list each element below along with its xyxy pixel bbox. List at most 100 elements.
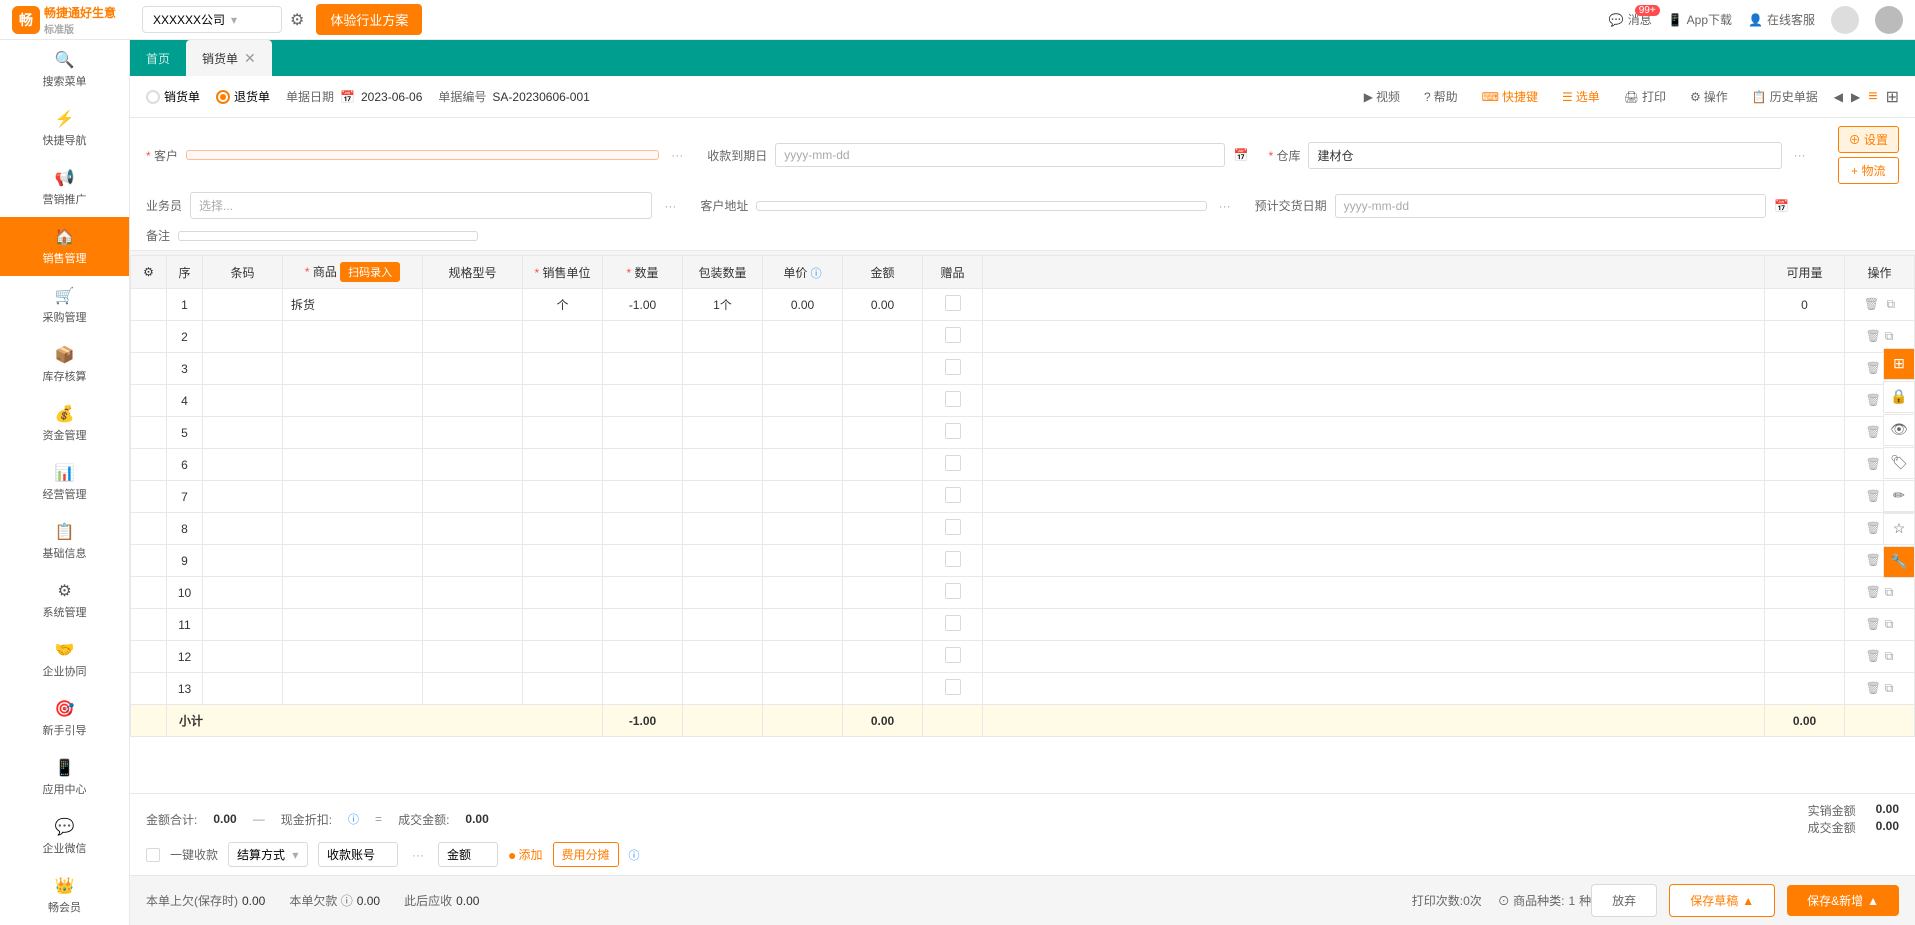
copy-icon[interactable]: ⧉ [1885,649,1894,663]
one-click-pay-checkbox[interactable] [146,848,160,862]
delete-icon[interactable]: 🗑 [1866,681,1881,695]
account-select[interactable]: 收款账号 [318,842,398,867]
copy-icon[interactable]: ⧉ [1885,617,1894,631]
row-remark-1[interactable] [983,289,1765,321]
row-amount-1[interactable]: 0.00 [843,289,923,321]
copy-icon[interactable]: ⧉ [1885,681,1894,695]
tab-close-icon[interactable]: ✕ [244,50,256,67]
radio-sales[interactable]: 销货单 [146,88,200,105]
tab-home[interactable]: 首页 [130,40,186,76]
account-ellipsis-btn[interactable]: ··· [408,848,428,862]
grid-view-icon[interactable]: ⊞ [1886,87,1899,107]
table-wrapper[interactable]: ⚙ 序 条码 * 商品 扫码录入 规格型号 * 销售单位 * 数量 包装数量 单 [130,255,1915,793]
company-selector[interactable]: XXXXXX公司 ▾ [142,6,282,33]
delete-icon[interactable]: 🗑 [1866,425,1881,439]
sidebar-item-inventory[interactable]: 📦 库存核算 [0,335,129,394]
sidebar-item-search[interactable]: 🔍 搜索菜单 [0,40,129,99]
row-qty-1[interactable]: -1.00 [603,289,683,321]
right-tool-expand[interactable]: ⊞ [1883,348,1915,380]
discard-button[interactable]: 放弃 [1591,884,1657,917]
avatar[interactable] [1831,6,1859,34]
help-action-btn[interactable]: ? 帮助 [1416,84,1466,109]
sidebar-item-wechat[interactable]: 💬 企业微信 [0,807,129,866]
calendar-icon-receipt[interactable]: 📅 [1233,148,1248,162]
delete-icon[interactable]: 🗑 [1866,521,1881,535]
calendar-icon-delivery[interactable]: 📅 [1774,199,1789,213]
delete-icon[interactable]: 🗑 [1866,393,1881,407]
list-view-icon[interactable]: ≡ [1868,88,1877,106]
avatar-2[interactable] [1875,6,1903,34]
logistics-button[interactable]: + 物流 [1838,157,1899,184]
salesperson-ellipsis-btn[interactable]: ··· [660,199,680,213]
shortcut-action-btn[interactable]: ⌨ 快捷键 [1474,84,1546,109]
settings-button[interactable]: ⊕ 设置 [1838,126,1899,153]
experience-button[interactable]: 体验行业方案 [316,4,422,35]
sidebar-item-basic-info[interactable]: 📋 基础信息 [0,512,129,571]
right-tool-tag[interactable]: 🏷 [1883,447,1915,479]
settlement-method-select[interactable]: 结算方式 ▾ [228,842,308,867]
amount-input-field[interactable]: 金额 [438,842,498,867]
sidebar-item-app-center[interactable]: 📱 应用中心 [0,748,129,807]
right-tool-edit[interactable]: ✏ [1883,480,1915,512]
sidebar-item-purchase[interactable]: 🛒 采购管理 [0,276,129,335]
customer-input[interactable] [186,150,659,160]
row-unit-1[interactable]: 个 [523,289,603,321]
delete-icon[interactable]: 🗑 [1866,329,1881,343]
remark-input[interactable] [178,231,478,241]
warehouse-ellipsis-btn[interactable]: ··· [1790,148,1810,162]
history-action-btn[interactable]: 📋 历史单据 [1744,84,1826,109]
delete-icon-1[interactable]: 🗑 [1864,297,1879,311]
delete-icon[interactable]: 🗑 [1866,553,1881,567]
delete-icon[interactable]: 🗑 [1866,361,1881,375]
gear-icon[interactable]: ⚙ [290,10,304,30]
th-settings[interactable]: ⚙ [131,256,167,289]
delete-icon[interactable]: 🗑 [1866,489,1881,503]
row-pack-qty-1[interactable]: 1个 [683,289,763,321]
row-price-1[interactable]: 0.00 [763,289,843,321]
sidebar-item-system[interactable]: ⚙ 系统管理 [0,571,129,630]
video-action-btn[interactable]: ▶ 视频 [1356,84,1408,109]
delete-icon[interactable]: 🗑 [1866,585,1881,599]
row-barcode-1[interactable] [203,289,283,321]
row-gift-1[interactable] [923,289,983,321]
row-spec-1[interactable] [423,289,523,321]
delete-icon[interactable]: 🗑 [1866,457,1881,471]
copy-icon-1[interactable]: ⧉ [1887,297,1896,311]
sidebar-item-sales[interactable]: 🏠 销售管理 [0,217,129,276]
scan-btn[interactable]: 扫码录入 [340,262,400,282]
radio-return[interactable]: 退货单 [216,88,270,105]
row-product-1[interactable]: 拆货 [283,289,423,321]
tab-sales-order[interactable]: 销货单 ✕ [186,40,272,76]
app-download-button[interactable]: 📱 App下载 [1668,11,1732,28]
sidebar-item-cooperation[interactable]: 🤝 企业协同 [0,630,129,689]
copy-icon[interactable]: ⧉ [1885,585,1894,599]
nav-next-icon[interactable]: ▶ [1851,90,1860,104]
message-button[interactable]: 💬 消息 99+ [1609,11,1652,28]
customer-address-input[interactable] [756,201,1206,211]
expense-split-button[interactable]: 费用分摊 [553,842,619,867]
customer-address-ellipsis-btn[interactable]: ··· [1215,199,1235,213]
save-new-button[interactable]: 保存&新增 ▲ [1787,885,1899,916]
nav-prev-icon[interactable]: ◀ [1834,90,1843,104]
print-action-btn[interactable]: 🖨 打印 [1616,84,1674,109]
sidebar-item-quick-nav[interactable]: ⚡ 快捷导航 [0,99,129,158]
right-tool-lock[interactable]: 🔒 [1883,381,1915,413]
delete-icon[interactable]: 🗑 [1866,617,1881,631]
save-draft-button[interactable]: 保存草稿 ▲ [1669,884,1775,917]
right-tool-orange[interactable]: 🔧 [1883,546,1915,578]
sidebar-item-member[interactable]: 👑 畅会员 [0,866,129,925]
expected-delivery-input[interactable]: yyyy-mm-dd [1335,194,1766,218]
customer-ellipsis-btn[interactable]: ··· [667,148,687,162]
delete-icon[interactable]: 🗑 [1866,649,1881,663]
sidebar-item-operation[interactable]: 📊 经营管理 [0,453,129,512]
sidebar-item-marketing[interactable]: 📢 营销推广 [0,158,129,217]
copy-icon[interactable]: ⧉ [1885,329,1894,343]
warehouse-input[interactable]: 建材仓 [1308,142,1781,169]
salesperson-input[interactable]: 选择... [190,192,652,219]
online-service-button[interactable]: 👤 在线客服 [1748,11,1815,28]
select-order-btn[interactable]: ☰ 选单 [1554,84,1608,109]
right-tool-eye[interactable]: 👁 [1883,414,1915,446]
add-button[interactable]: ● 添加 [508,846,542,863]
receipt-date-input[interactable]: yyyy-mm-dd [775,143,1225,167]
right-tool-star[interactable]: ☆ [1883,513,1915,545]
